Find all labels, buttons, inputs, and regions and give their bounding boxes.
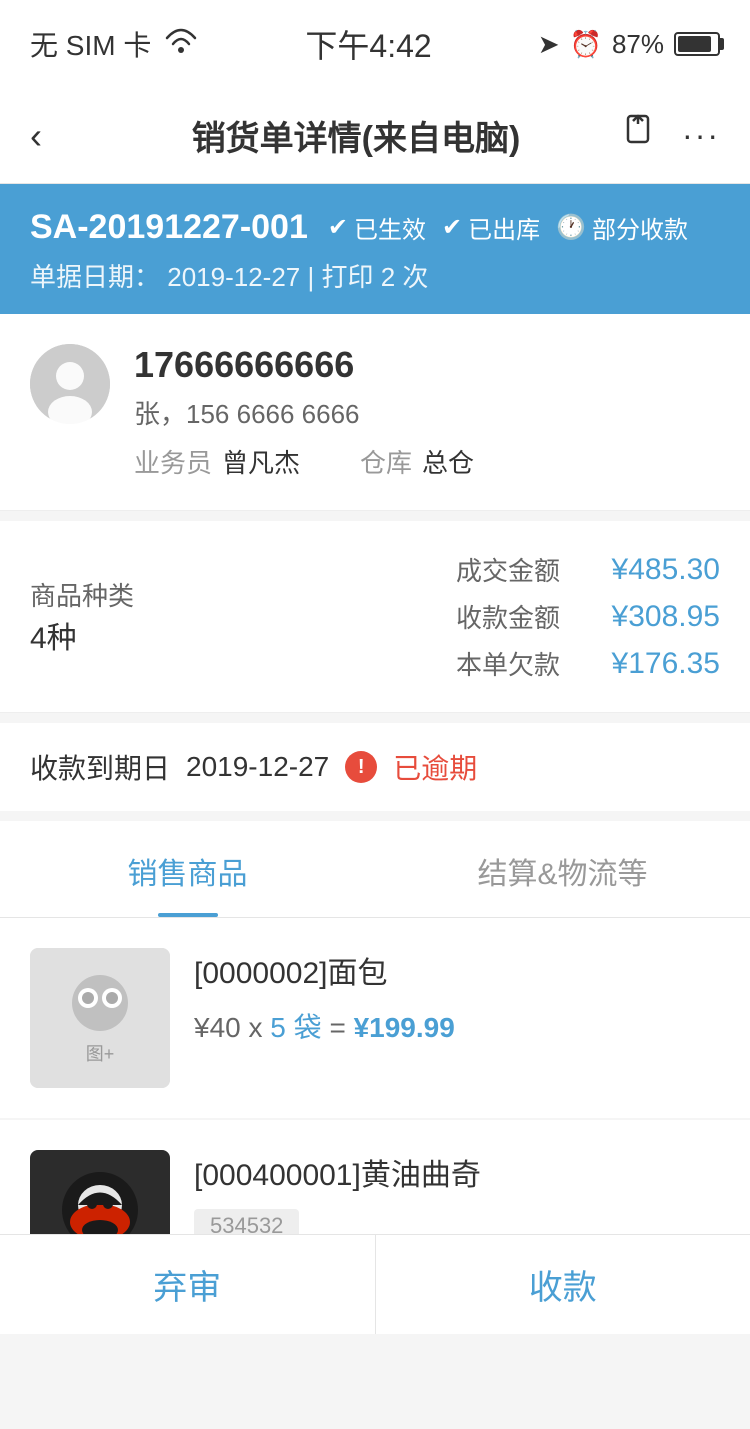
check-icon-2: ✔ <box>442 213 462 242</box>
bottom-bar: 弃审 收款 <box>0 1234 750 1334</box>
location-icon: ➤ <box>538 29 560 60</box>
status-time: 下午4:42 <box>305 21 431 67</box>
badge-active: ✔ 已生效 <box>328 210 426 245</box>
collected-label: 收款金额 <box>456 598 560 635</box>
tab-settlement[interactable]: 结算&物流等 <box>375 821 750 917</box>
product-price-1: ¥40 x 5 袋 = ¥199.99 <box>194 1006 720 1046</box>
share-icon[interactable] <box>622 114 658 158</box>
header-band: SA-20191227-001 ✔ 已生效 ✔ 已出库 🕐 部分收款 单据日期：… <box>0 184 750 314</box>
order-date-line: 单据日期： 2019-12-27 | 打印 2 次 <box>30 257 720 294</box>
more-icon[interactable]: ··· <box>682 117 720 154</box>
page-title: 销货单详情(来自电脑) <box>192 111 521 160</box>
due-label: 收款到期日 <box>30 747 170 787</box>
warehouse-label: 仓库 <box>360 443 412 480</box>
customer-phone: 17666666666 <box>134 344 720 386</box>
badge-partial: 🕐 部分收款 <box>556 210 688 245</box>
customer-info: 17666666666 张，156 6666 6666 业务员 曾凡杰 仓库 总… <box>134 344 720 480</box>
overdue-icon: ! <box>345 751 377 783</box>
check-icon-1: ✔ <box>328 213 348 242</box>
staff-label: 业务员 <box>134 443 212 480</box>
deal-amount-label: 成交金额 <box>456 551 560 588</box>
customer-meta: 业务员 曾凡杰 仓库 总仓 <box>134 443 720 480</box>
battery-percent: 87% <box>612 29 664 60</box>
order-id: SA-20191227-001 <box>30 208 308 247</box>
product-item: 图+ [0000002]面包 ¥40 x 5 袋 = ¥199.99 <box>0 918 750 1118</box>
reject-button[interactable]: 弃审 <box>0 1235 376 1334</box>
battery-icon <box>674 32 720 56</box>
status-bar: 无 SIM 卡 下午4:42 ➤ ⏰ 87% <box>0 0 750 88</box>
customer-section: 17666666666 张，156 6666 6666 业务员 曾凡杰 仓库 总… <box>0 314 750 511</box>
clock-icon: 🕐 <box>556 213 586 242</box>
nav-bar: ‹ 销货单详情(来自电脑) ··· <box>0 88 750 184</box>
overdue-text: 已逾期 <box>393 747 477 787</box>
staff-name: 曾凡杰 <box>222 443 300 480</box>
avatar <box>30 344 110 424</box>
customer-name: 张，156 6666 6666 <box>134 394 720 431</box>
collected-amount: ¥308.95 <box>580 600 720 634</box>
tab-sales-goods[interactable]: 销售商品 <box>0 821 375 917</box>
owed-amount: ¥176.35 <box>580 647 720 681</box>
product-info-1: [0000002]面包 ¥40 x 5 袋 = ¥199.99 <box>194 948 720 1046</box>
badge-shipped: ✔ 已出库 <box>442 210 540 245</box>
carrier-text: 无 SIM 卡 <box>30 24 151 64</box>
due-date: 2019-12-27 <box>186 751 329 783</box>
status-left: 无 SIM 卡 <box>30 24 199 64</box>
collect-button[interactable]: 收款 <box>376 1235 750 1334</box>
due-section: 收款到期日 2019-12-27 ! 已逾期 <box>0 713 750 821</box>
wifi-icon <box>163 27 199 62</box>
back-button[interactable]: ‹ <box>30 115 90 157</box>
status-right: ➤ ⏰ 87% <box>538 29 720 60</box>
goods-type-label: 商品种类 <box>30 576 134 613</box>
owed-label: 本单欠款 <box>456 645 560 682</box>
svg-text:图+: 图+ <box>86 1044 115 1064</box>
summary-section: 商品种类 4种 成交金额 ¥485.30 收款金额 ¥308.95 本单欠款 ¥… <box>0 511 750 713</box>
nav-actions: ··· <box>622 114 720 158</box>
alarm-icon: ⏰ <box>570 29 602 60</box>
product-name-2: [000400001]黄油曲奇 <box>194 1150 720 1194</box>
warehouse-name: 总仓 <box>422 443 474 480</box>
product-name-1: [0000002]面包 <box>194 948 720 992</box>
tabs-bar: 销售商品 结算&物流等 <box>0 821 750 918</box>
goods-type-count: 4种 <box>30 613 134 657</box>
product-thumb-1: 图+ <box>30 948 170 1088</box>
deal-amount: ¥485.30 <box>580 553 720 587</box>
